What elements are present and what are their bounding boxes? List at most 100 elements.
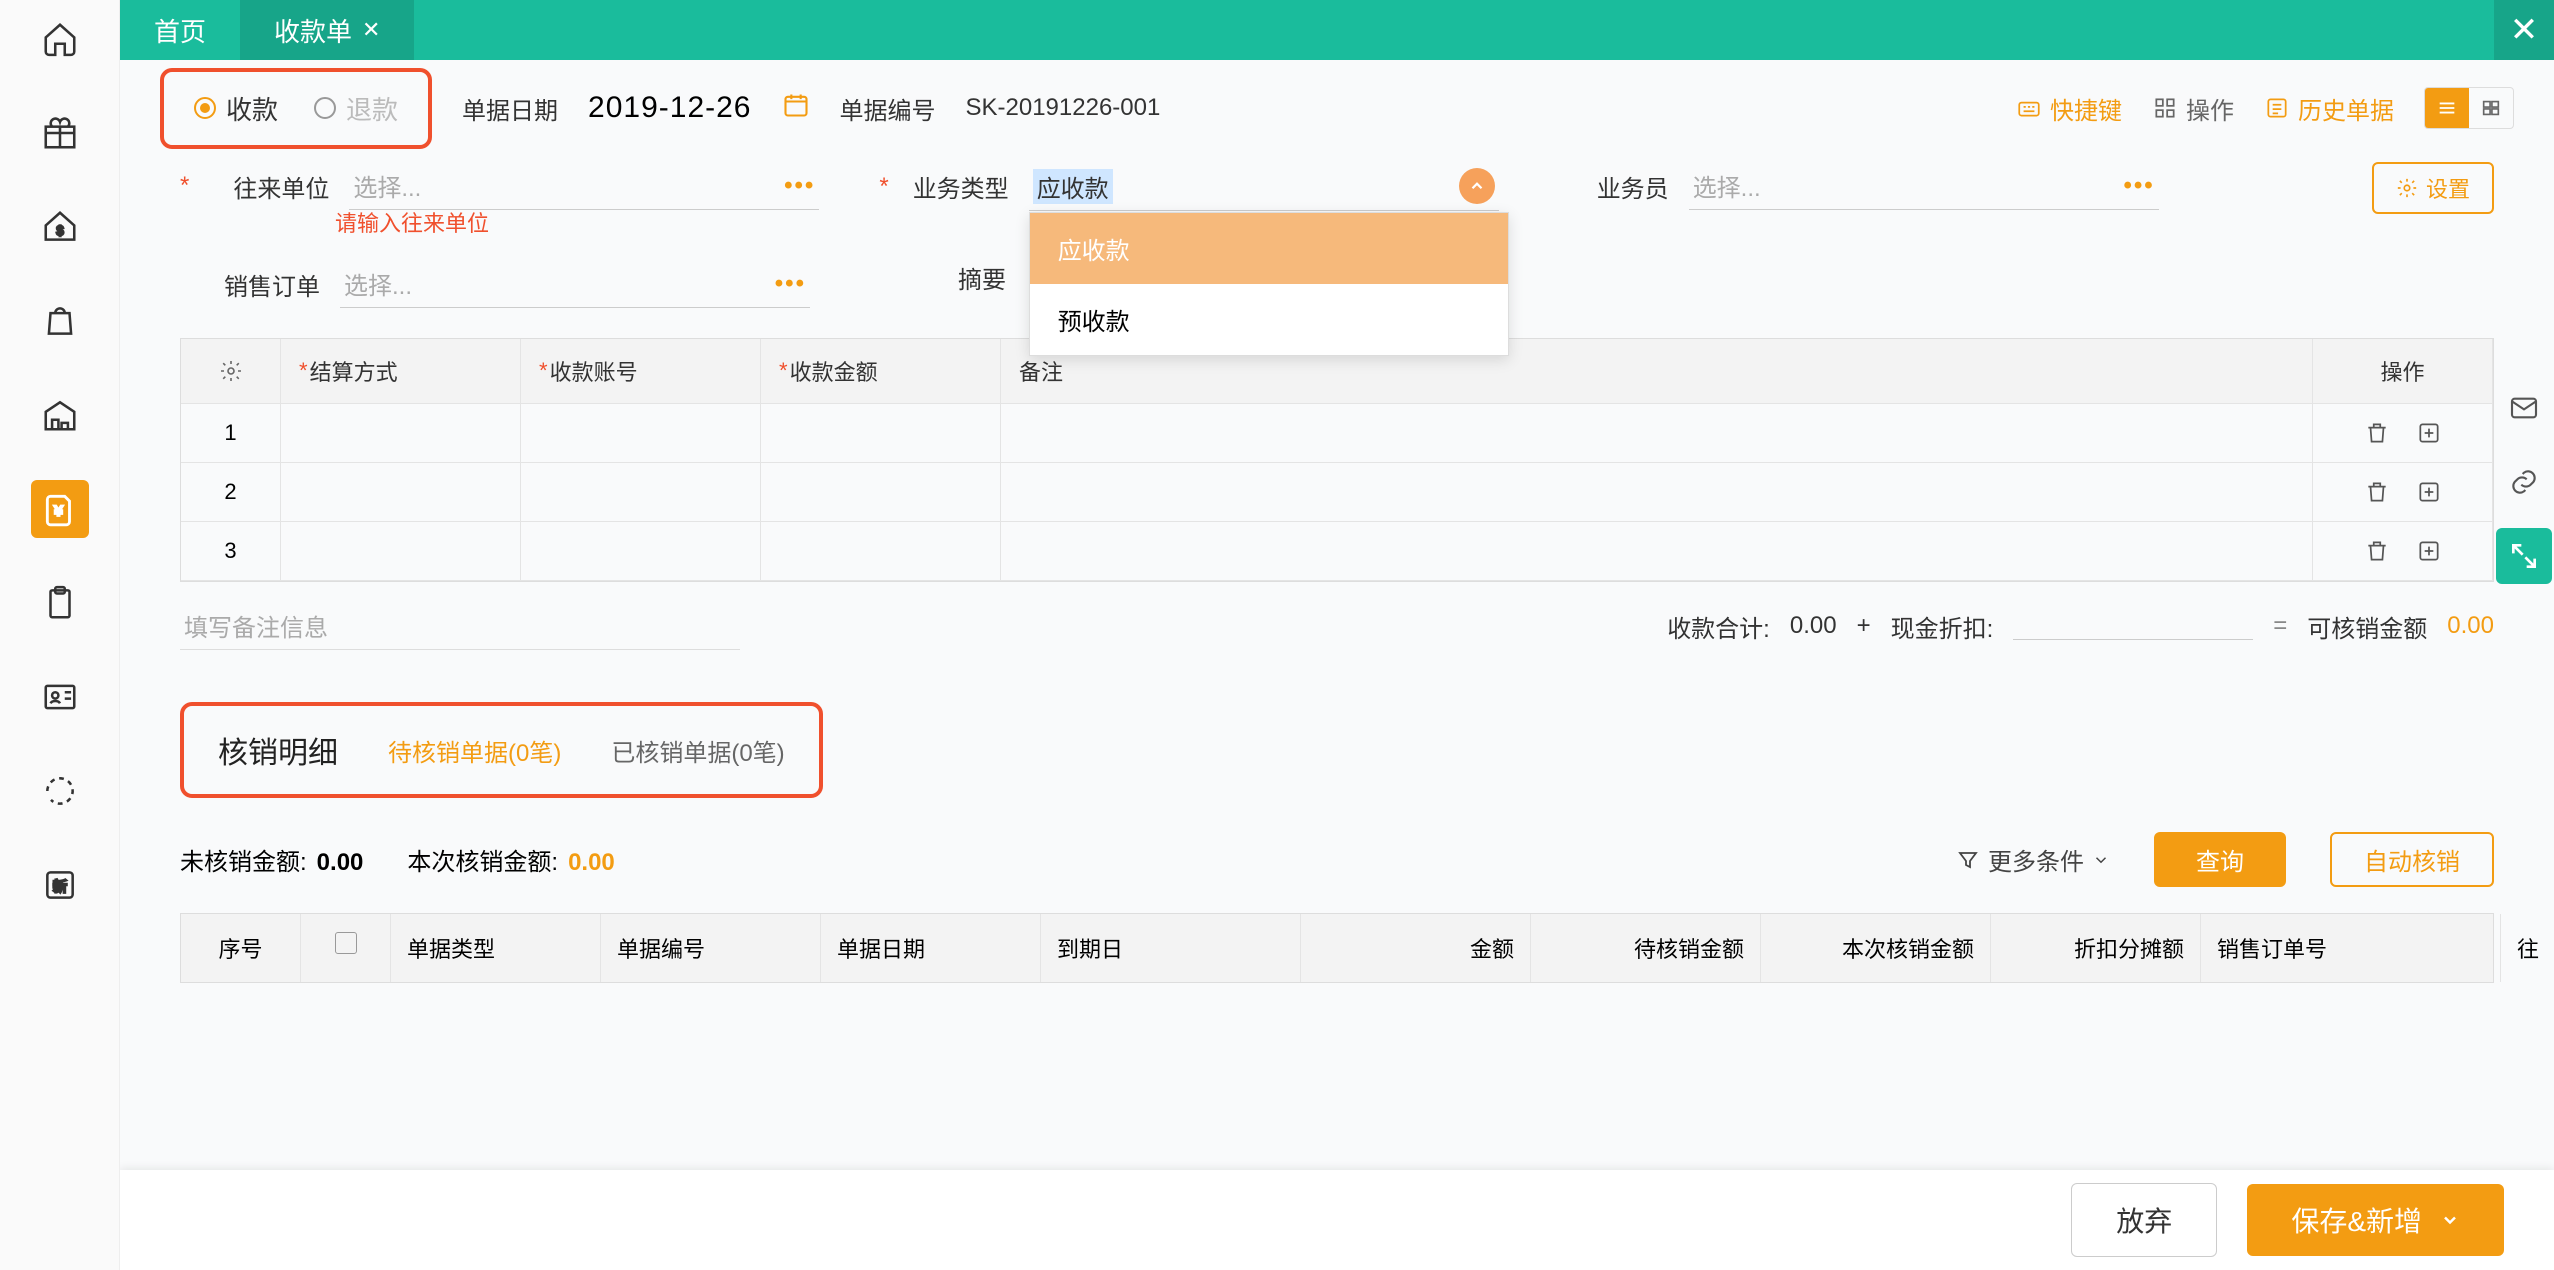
- writeoff-table: 序号 单据类型 单据编号 单据日期 到期日 金额 待核销金额 本次核销金额 折扣…: [180, 913, 2494, 983]
- doc-no-label: 单据编号: [840, 91, 936, 126]
- nav-finance-icon[interactable]: ¥: [31, 480, 89, 538]
- discard-button[interactable]: 放弃: [2071, 1183, 2217, 1257]
- wcol-seq: 序号: [181, 914, 301, 982]
- wcol-partner-short: 往: [2501, 914, 2554, 982]
- auto-writeoff-button[interactable]: 自动核销: [2330, 832, 2494, 887]
- table-row[interactable]: 3: [181, 522, 2493, 581]
- wcol-amount: 金额: [1301, 914, 1531, 982]
- ellipsis-icon[interactable]: •••: [784, 172, 815, 200]
- col-ops: 操作: [2313, 339, 2493, 404]
- partner-field: * 往来单位 选择... ••• 请输入往来单位: [180, 162, 819, 210]
- radio-refund[interactable]: 退款: [314, 90, 398, 127]
- chevron-up-icon[interactable]: [1459, 168, 1495, 204]
- radio-receive[interactable]: 收款: [194, 90, 278, 127]
- partner-error: 请输入往来单位: [335, 206, 489, 238]
- mail-icon[interactable]: [2496, 380, 2552, 436]
- business-type-select[interactable]: 应收款: [1029, 162, 1499, 211]
- salesorder-label: 销售订单: [190, 267, 320, 302]
- settings-button[interactable]: 设置: [2372, 162, 2494, 214]
- partner-label: 往来单位: [199, 169, 329, 204]
- svg-text:新: 新: [52, 878, 66, 895]
- close-icon[interactable]: ✕: [362, 17, 380, 43]
- view-list-icon[interactable]: [2425, 88, 2469, 128]
- wcol-checkbox[interactable]: [301, 914, 391, 982]
- summary-field: 摘要: [870, 260, 1006, 295]
- nav-home-icon[interactable]: [31, 10, 89, 68]
- writeoffable-value: 0.00: [2447, 612, 2494, 640]
- partner-input[interactable]: 选择... •••: [349, 162, 819, 210]
- writeoffable-label: 可核销金额: [2307, 609, 2427, 644]
- business-type-field: * 业务类型 应收款 应收款 预收款: [879, 162, 1498, 211]
- history-button[interactable]: 历史单据: [2264, 91, 2394, 126]
- radio-receive-label: 收款: [226, 90, 278, 127]
- writeoff-panel: 核销明细 待核销单据(0笔) 已核销单据(0笔) 未核销金额:0.00 本次核销…: [180, 702, 2494, 983]
- ellipsis-icon[interactable]: •••: [2123, 172, 2154, 200]
- salesorder-input[interactable]: 选择... •••: [340, 260, 810, 308]
- this-writeoff-value: 0.00: [568, 849, 615, 877]
- wcol-pending: 待核销金额: [1531, 914, 1761, 982]
- view-toggle: [2424, 87, 2514, 129]
- wcol-thiswo: 本次核销金额: [1761, 914, 1991, 982]
- totals-bar: 填写备注信息 收款合计: 0.00 + 现金折扣: = 可核销金额 0.00: [180, 592, 2494, 672]
- footer-bar: 放弃 保存&新增: [120, 1170, 2554, 1270]
- writeoff-table-header: 序号 单据类型 单据编号 单据日期 到期日 金额 待核销金额 本次核销金额 折扣…: [181, 914, 2493, 982]
- tab-done-writeoff[interactable]: 已核销单据(0笔): [611, 733, 784, 768]
- operate-button[interactable]: 操作: [2152, 91, 2234, 126]
- add-row-icon[interactable]: [2416, 479, 2442, 505]
- hotkey-button[interactable]: 快捷键: [2016, 91, 2122, 126]
- delete-icon[interactable]: [2364, 538, 2390, 564]
- table-row[interactable]: 2: [181, 463, 2493, 522]
- gear-icon[interactable]: [181, 339, 281, 404]
- remark-input[interactable]: 填写备注信息: [180, 602, 740, 650]
- nav-bag-icon[interactable]: [31, 292, 89, 350]
- top-tabs: 首页 收款单 ✕: [120, 0, 414, 60]
- nav-new-icon[interactable]: 新: [31, 856, 89, 914]
- link-icon[interactable]: [2496, 454, 2552, 510]
- document-toolbar: 收款 退款 单据日期 2019-12-26 单据编号 SK-20191226-0…: [120, 60, 2554, 156]
- settlement-table: *结算方式 *收款账号 *收款金额 备注 操作 1 2 3: [180, 338, 2494, 582]
- col-settlement-method: *结算方式: [281, 339, 521, 404]
- doc-date-label: 单据日期: [462, 91, 558, 126]
- wcol-sono: 销售订单号: [2201, 914, 2501, 982]
- save-and-new-button[interactable]: 保存&新增: [2247, 1184, 2504, 1256]
- more-conditions-button[interactable]: 更多条件: [1956, 842, 2110, 877]
- tab-receipt[interactable]: 收款单 ✕: [240, 0, 414, 60]
- calendar-icon[interactable]: [782, 91, 810, 126]
- business-type-option-ar[interactable]: 应收款: [1030, 213, 1508, 284]
- wcol-due: 到期日: [1041, 914, 1301, 982]
- wcol-alloc: 折扣分摊额: [1991, 914, 2201, 982]
- content-area: 收款 退款 单据日期 2019-12-26 单据编号 SK-20191226-0…: [120, 60, 2554, 1270]
- add-row-icon[interactable]: [2416, 538, 2442, 564]
- view-card-icon[interactable]: [2469, 88, 2513, 128]
- nav-refresh-icon[interactable]: [31, 762, 89, 820]
- writeoff-title: 核销明细: [218, 728, 338, 772]
- tab-home[interactable]: 首页: [120, 0, 240, 60]
- nav-warehouse-icon[interactable]: [31, 386, 89, 444]
- nav-gift-icon[interactable]: [31, 104, 89, 162]
- cash-discount-input[interactable]: [2013, 613, 2253, 640]
- add-row-icon[interactable]: [2416, 420, 2442, 446]
- nav-idcard-icon[interactable]: [31, 668, 89, 726]
- chevron-down-icon: [2092, 851, 2110, 869]
- business-type-value: 应收款: [1033, 169, 1113, 204]
- receipt-refund-radio-group: 收款 退款: [160, 68, 432, 149]
- business-type-option-prepay[interactable]: 预收款: [1030, 284, 1508, 355]
- nav-clipboard-icon[interactable]: [31, 574, 89, 632]
- nav-dollar-house-icon[interactable]: $: [31, 198, 89, 256]
- window-close-button[interactable]: ✕: [2494, 0, 2554, 60]
- delete-icon[interactable]: [2364, 420, 2390, 446]
- unwriteoff-value: 0.00: [317, 849, 364, 877]
- recv-total-value: 0.00: [1790, 612, 1837, 640]
- business-type-label: 业务类型: [899, 169, 1009, 204]
- ellipsis-icon[interactable]: •••: [775, 270, 806, 298]
- top-bar: 首页 收款单 ✕ ✕: [0, 0, 2554, 60]
- salesman-input[interactable]: 选择... •••: [1689, 162, 2159, 210]
- doc-date-value[interactable]: 2019-12-26: [588, 91, 751, 125]
- query-button[interactable]: 查询: [2154, 832, 2286, 887]
- wcol-type: 单据类型: [391, 914, 601, 982]
- business-type-dropdown: 应收款 预收款: [1029, 212, 1509, 356]
- delete-icon[interactable]: [2364, 479, 2390, 505]
- tab-pending-writeoff[interactable]: 待核销单据(0笔): [388, 733, 561, 768]
- table-row[interactable]: 1: [181, 404, 2493, 463]
- expand-icon[interactable]: [2496, 528, 2552, 584]
